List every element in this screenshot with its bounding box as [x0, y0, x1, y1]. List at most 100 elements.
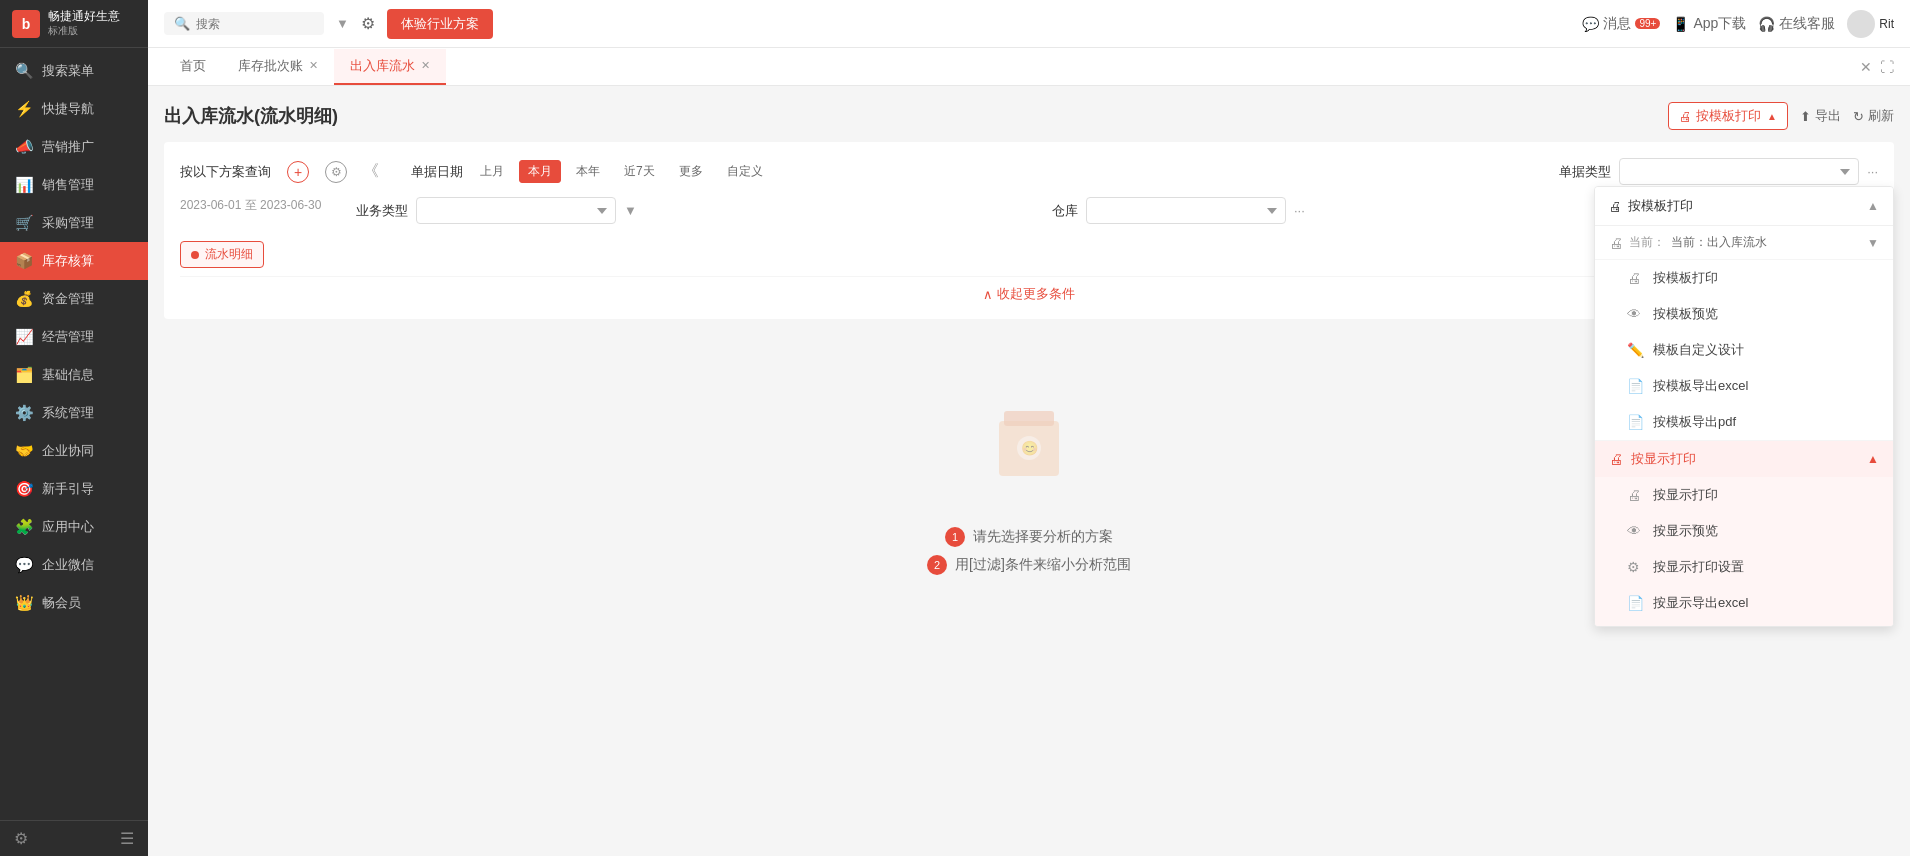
dropdown-title-text: 按模板打印: [1628, 197, 1693, 215]
sidebar-item-member[interactable]: 👑 畅会员: [0, 584, 148, 622]
collapse-menu-icon[interactable]: ☰: [120, 829, 134, 848]
close-window-button[interactable]: ✕: [1860, 59, 1872, 75]
refresh-button[interactable]: ↻ 刷新: [1853, 107, 1894, 125]
date-shortcut-7days[interactable]: 近7天: [615, 160, 664, 183]
business-type-select[interactable]: [416, 197, 616, 224]
settings-icon[interactable]: ⚙: [14, 829, 28, 848]
sidebar-item-newbie[interactable]: 🎯 新手引导: [0, 470, 148, 508]
filter-row-1: 按以下方案查询 + ⚙ 《 单据日期 上月 本月 本年 近7天 更多 自定义: [180, 158, 1878, 185]
app-download-button[interactable]: 📱 App下载: [1672, 15, 1746, 33]
dropdown-item-display-preview[interactable]: 👁 按显示预览: [1595, 513, 1893, 549]
template-print-arrow[interactable]: ▲: [1767, 111, 1777, 122]
type-filter-more-icon[interactable]: ···: [1867, 164, 1878, 179]
sidebar-item-marketing[interactable]: 📣 营销推广: [0, 128, 148, 166]
filter-settings-button[interactable]: ⚙: [325, 161, 347, 183]
warehouse-select[interactable]: [1086, 197, 1286, 224]
display-print-header-left: 🖨 按显示打印: [1609, 450, 1696, 468]
avatar: [1847, 10, 1875, 38]
warehouse-more-icon[interactable]: ···: [1294, 203, 1305, 218]
dropdown-display-print-header[interactable]: 🖨 按显示打印 ▲: [1595, 440, 1893, 477]
sidebar-item-system[interactable]: ⚙️ 系统管理: [0, 394, 148, 432]
dropdown-title: 🖨 按模板打印: [1609, 197, 1693, 215]
sidebar-item-wecom[interactable]: 💬 企业微信: [0, 546, 148, 584]
tab-bar: 首页 库存批次账 ✕ 出入库流水 ✕ ✕ ⛶: [148, 48, 1910, 86]
chevron-up-icon: ∧: [983, 287, 993, 302]
tab-flow-close[interactable]: ✕: [421, 59, 430, 72]
sidebar-item-sales[interactable]: 📊 销售管理: [0, 166, 148, 204]
dropdown-item-display-settings[interactable]: ⚙ 按显示打印设置: [1595, 549, 1893, 585]
sidebar-item-label: 畅会员: [42, 594, 81, 612]
sidebar-logo: b 畅捷通好生意 标准版: [0, 0, 148, 48]
base-icon: 🗂️: [14, 366, 34, 384]
business-type-label: 业务类型: [356, 202, 408, 220]
sidebar-item-search[interactable]: 🔍 搜索菜单: [0, 52, 148, 90]
display-eye-icon: 👁: [1627, 523, 1643, 539]
tab-flow[interactable]: 出入库流水 ✕: [334, 49, 446, 85]
date-shortcut-thisyear[interactable]: 本年: [567, 160, 609, 183]
filter-add-button[interactable]: +: [287, 161, 309, 183]
enterprise-icon: 🤝: [14, 442, 34, 460]
type-filter-select[interactable]: [1619, 158, 1859, 185]
sidebar-item-finance[interactable]: 💰 资金管理: [0, 280, 148, 318]
online-service-button[interactable]: 🎧 在线客服: [1758, 15, 1835, 33]
template-print-button[interactable]: 🖨 按模板打印 ▲: [1668, 102, 1788, 130]
filter-collapse-button[interactable]: 《: [363, 161, 379, 182]
newbie-icon: 🎯: [14, 480, 34, 498]
export-button[interactable]: ⬆ 导出: [1800, 107, 1841, 125]
dropdown-item-display-pdf[interactable]: 📄 按显示导出pdf: [1595, 621, 1893, 626]
display-printer-icon: 🖨: [1627, 487, 1643, 503]
tab-home-label: 首页: [180, 57, 206, 75]
tab-batch-close[interactable]: ✕: [309, 59, 318, 72]
eye-icon-item: 👁: [1627, 306, 1643, 322]
sidebar-item-purchase[interactable]: 🛒 采购管理: [0, 204, 148, 242]
current-icon: 🖨: [1609, 235, 1623, 251]
date-shortcut-lastmonth[interactable]: 上月: [471, 160, 513, 183]
date-shortcut-more[interactable]: 更多: [670, 160, 712, 183]
headset-icon: 🎧: [1758, 16, 1775, 32]
topbar-gear-icon[interactable]: ⚙: [361, 14, 375, 33]
display-print-header-icon: 🖨: [1609, 451, 1623, 467]
appstore-icon: 🧩: [14, 518, 34, 536]
sidebar-item-appstore[interactable]: 🧩 应用中心: [0, 508, 148, 546]
username-label: Rit: [1879, 17, 1894, 31]
search-input[interactable]: [196, 17, 296, 31]
business-type-section: 业务类型 ▼: [356, 197, 1036, 224]
sidebar-menu: 🔍 搜索菜单 ⚡ 快捷导航 📣 营销推广 📊 销售管理 🛒 采购管理 📦 库存核…: [0, 48, 148, 820]
message-button[interactable]: 💬 消息 99+: [1582, 15, 1660, 33]
dropdown-item-template-preview[interactable]: 👁 按模板预览: [1595, 296, 1893, 332]
dropdown-item-display-print[interactable]: 🖨 按显示打印: [1595, 477, 1893, 513]
sidebar-item-quicknav[interactable]: ⚡ 快捷导航: [0, 90, 148, 128]
sidebar-item-label: 采购管理: [42, 214, 94, 232]
user-avatar-area[interactable]: Rit: [1847, 10, 1894, 38]
dropdown-item-template-excel[interactable]: 📄 按模板导出excel: [1595, 368, 1893, 404]
date-shortcut-thismonth[interactable]: 本月: [519, 160, 561, 183]
sidebar-item-inventory[interactable]: 📦 库存核算: [0, 242, 148, 280]
dropdown-item-template-customize[interactable]: ✏️ 模板自定义设计: [1595, 332, 1893, 368]
sidebar-item-operations[interactable]: 📈 经营管理: [0, 318, 148, 356]
maximize-window-button[interactable]: ⛶: [1880, 59, 1894, 75]
tab-batch-label: 库存批次账: [238, 57, 303, 75]
sidebar-item-label: 库存核算: [42, 252, 94, 270]
current-arrow[interactable]: ▼: [1867, 236, 1879, 250]
tab-home[interactable]: 首页: [164, 49, 222, 85]
dropdown-item-display-settings-label: 按显示打印设置: [1653, 558, 1744, 576]
sidebar-item-enterprise[interactable]: 🤝 企业协同: [0, 432, 148, 470]
main-content: 🔍 ▼ ⚙ 体验行业方案 💬 消息 99+ 📱 App下载 🎧 在线客服 Rit: [148, 0, 1910, 856]
industry-solution-button[interactable]: 体验行业方案: [387, 9, 493, 39]
dropdown-item-template-print[interactable]: 🖨 按模板打印: [1595, 260, 1893, 296]
svg-rect-1: [1004, 411, 1054, 426]
business-type-dropdown-icon[interactable]: ▼: [624, 203, 637, 218]
dropdown-item-template-preview-label: 按模板预览: [1653, 305, 1718, 323]
sidebar-item-label: 搜索菜单: [42, 62, 94, 80]
tab-batch[interactable]: 库存批次账 ✕: [222, 49, 334, 85]
printer-icon-item: 🖨: [1627, 270, 1643, 286]
dropdown-header-arrow[interactable]: ▲: [1867, 199, 1879, 213]
dropdown-item-display-excel[interactable]: 📄 按显示导出excel: [1595, 585, 1893, 621]
topbar-dropdown-arrow[interactable]: ▼: [336, 16, 349, 31]
date-shortcut-custom[interactable]: 自定义: [718, 160, 772, 183]
dropdown-item-display-excel-label: 按显示导出excel: [1653, 594, 1748, 612]
display-print-header-arrow[interactable]: ▲: [1867, 452, 1879, 466]
dropdown-item-template-pdf[interactable]: 📄 按模板导出pdf: [1595, 404, 1893, 440]
sidebar-item-base[interactable]: 🗂️ 基础信息: [0, 356, 148, 394]
collapse-more-button[interactable]: ∧ 收起更多条件: [983, 285, 1075, 303]
